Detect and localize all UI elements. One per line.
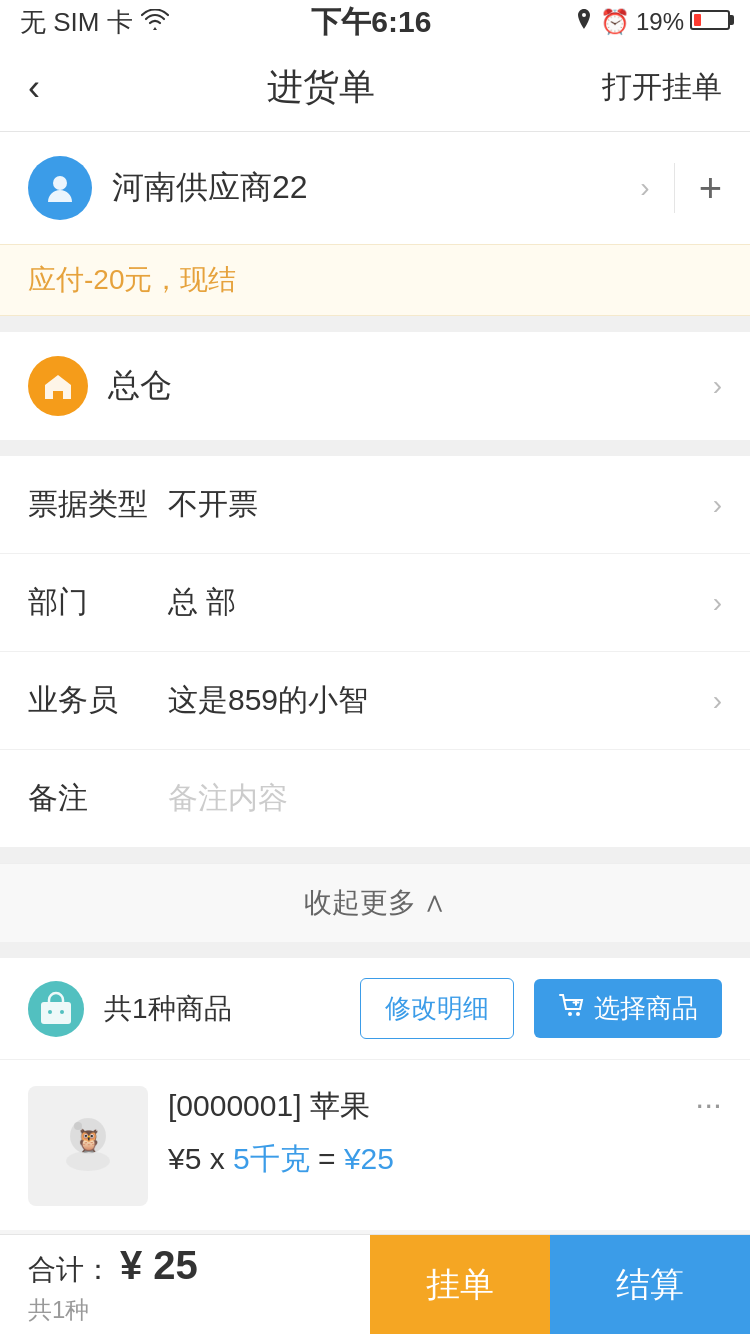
- payment-hint: 应付-20元，现结: [0, 244, 750, 316]
- invoice-value: 不开票: [168, 484, 713, 525]
- products-count: 共1种商品: [104, 990, 340, 1028]
- total-amount: ¥ 25: [120, 1243, 198, 1288]
- unit-price: ¥5 x: [168, 1142, 233, 1175]
- equals: =: [318, 1142, 344, 1175]
- wifi-icon: [141, 7, 169, 38]
- svg-point-9: [66, 1151, 110, 1171]
- alarm-icon: ⏰: [600, 8, 630, 36]
- form-section: 票据类型 不开票 › 部门 总 部 › 业务员 这是859的小智 › 备注 备注…: [0, 456, 750, 847]
- total-label: 合计：: [28, 1251, 112, 1289]
- chevron-right-icon: ›: [713, 587, 722, 619]
- products-section: 共1种商品 修改明细 选择商品: [0, 958, 750, 1230]
- svg-point-0: [53, 176, 67, 190]
- dept-value: 总 部: [168, 582, 713, 623]
- product-price: ¥5 x 5千克 = ¥25: [168, 1139, 675, 1180]
- select-product-button[interactable]: 选择商品: [534, 979, 722, 1038]
- svg-rect-2: [41, 1002, 71, 1024]
- battery-pct: 19%: [636, 8, 684, 36]
- supplier-avatar: [28, 156, 92, 220]
- chevron-right-icon: ›: [713, 370, 722, 402]
- product-thumbnail: 🦉: [28, 1086, 148, 1206]
- chevron-right-icon: ›: [640, 172, 649, 204]
- chevron-right-icon: ›: [713, 685, 722, 717]
- hang-order-button[interactable]: 挂单: [370, 1235, 550, 1335]
- nav-bar: ‹ 进货单 打开挂单: [0, 44, 750, 132]
- supplier-name: 河南供应商22: [112, 166, 640, 210]
- product-title: 苹果: [310, 1089, 370, 1122]
- collapse-label: 收起更多 ∧: [304, 884, 447, 922]
- remark-row[interactable]: 备注 备注内容: [0, 750, 750, 847]
- supplier-row[interactable]: 河南供应商22 › +: [0, 132, 750, 244]
- svg-point-4: [60, 1010, 64, 1014]
- products-header: 共1种商品 修改明细 选择商品: [0, 958, 750, 1060]
- open-hang-button[interactable]: 打开挂单: [602, 67, 722, 108]
- warehouse-name: 总仓: [108, 364, 713, 408]
- product-name: [0000001] 苹果: [168, 1086, 675, 1127]
- salesman-value: 这是859的小智: [168, 680, 713, 721]
- dept-label: 部门: [28, 582, 168, 623]
- battery-icon: [690, 8, 730, 36]
- product-info: [0000001] 苹果 ¥5 x 5千克 = ¥25: [168, 1086, 675, 1180]
- carrier-label: 无 SIM 卡: [20, 5, 133, 40]
- salesman-row[interactable]: 业务员 这是859的小智 ›: [0, 652, 750, 750]
- remark-label: 备注: [28, 778, 168, 819]
- svg-point-5: [568, 1012, 572, 1016]
- back-button[interactable]: ‹: [28, 67, 40, 109]
- qty: 5千克: [233, 1142, 310, 1175]
- location-icon: [574, 8, 594, 36]
- footer-total: 合计： ¥ 25 共1种: [0, 1243, 370, 1326]
- chevron-right-icon: ›: [713, 489, 722, 521]
- supplier-card: 河南供应商22 › + 应付-20元，现结: [0, 132, 750, 316]
- warehouse-icon: [28, 356, 88, 416]
- status-left: 无 SIM 卡: [20, 5, 169, 40]
- svg-text:🦉: 🦉: [75, 1127, 103, 1154]
- status-bar: 无 SIM 卡 下午6:16 ⏰ 19%: [0, 0, 750, 44]
- svg-point-3: [48, 1010, 52, 1014]
- status-right: ⏰ 19%: [574, 8, 730, 36]
- vertical-divider: [674, 163, 675, 213]
- more-options-button[interactable]: ···: [695, 1086, 722, 1123]
- edit-detail-button[interactable]: 修改明细: [360, 978, 514, 1039]
- collapse-row[interactable]: 收起更多 ∧: [0, 863, 750, 942]
- product-count-label: 共1种: [28, 1296, 89, 1323]
- cart-icon: [558, 993, 586, 1024]
- product-id: [0000001]: [168, 1089, 310, 1122]
- add-supplier-button[interactable]: +: [699, 166, 722, 211]
- status-time: 下午6:16: [311, 2, 431, 43]
- checkout-button[interactable]: 结算: [550, 1235, 750, 1335]
- warehouse-card: 总仓 ›: [0, 332, 750, 440]
- select-product-label: 选择商品: [594, 991, 698, 1026]
- svg-rect-1: [53, 391, 63, 399]
- footer: 合计： ¥ 25 共1种 挂单 结算: [0, 1234, 750, 1334]
- products-icon: [28, 981, 84, 1037]
- total-price: ¥25: [344, 1142, 394, 1175]
- page-title: 进货单: [267, 63, 375, 112]
- warehouse-row[interactable]: 总仓 ›: [0, 332, 750, 440]
- remark-placeholder: 备注内容: [168, 778, 722, 819]
- product-item: 🦉 [0000001] 苹果 ¥5 x 5千克 = ¥25 ···: [0, 1062, 750, 1230]
- salesman-label: 业务员: [28, 680, 168, 721]
- invoice-type-row[interactable]: 票据类型 不开票 ›: [0, 456, 750, 554]
- invoice-label: 票据类型: [28, 484, 168, 525]
- svg-point-6: [576, 1012, 580, 1016]
- dept-row[interactable]: 部门 总 部 ›: [0, 554, 750, 652]
